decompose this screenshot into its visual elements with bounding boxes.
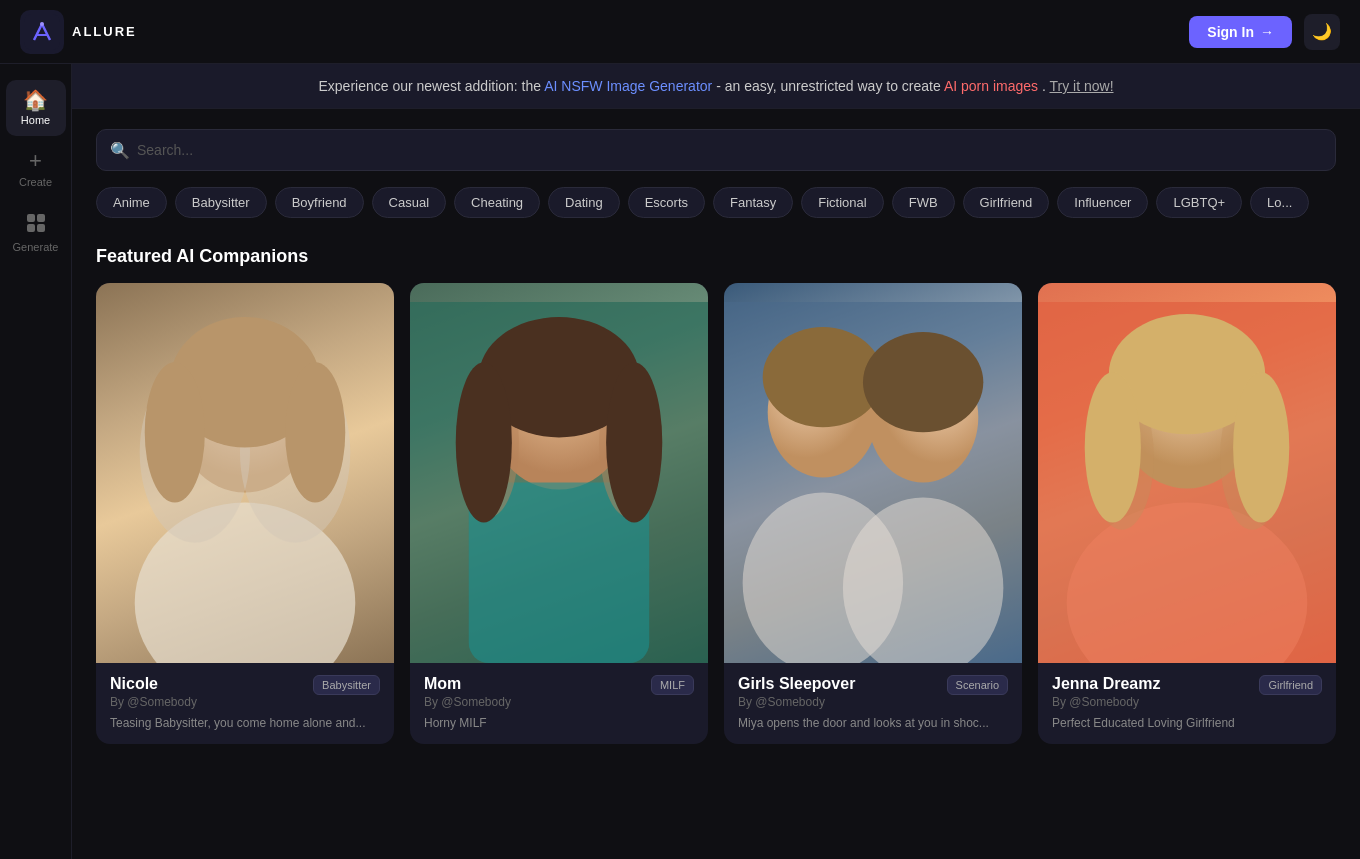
banner-prefix: Experience our newest addition: the <box>318 78 544 94</box>
section-title: Featured AI Companions <box>96 246 1336 267</box>
banner-try-now-link[interactable]: Try it now! <box>1049 78 1113 94</box>
header: ALLURE Sign In → 🌙 <box>0 0 1360 64</box>
sign-in-arrow-icon: → <box>1260 24 1274 40</box>
svg-point-35 <box>1233 372 1289 522</box>
card-info-jenna: Jenna Dreamz By @Somebody Girlfriend Per… <box>1038 663 1336 744</box>
banner-suffix: . <box>1042 78 1046 94</box>
tag-casual[interactable]: Casual <box>372 187 446 218</box>
svg-point-34 <box>1085 372 1141 522</box>
card-image-jenna <box>1038 283 1336 663</box>
companion-card-girls-sleepover[interactable]: Girls Sleepover By @Somebody Scenario Mi… <box>724 283 1022 744</box>
sidebar: 🏠 Home + Create Generate <box>0 64 72 859</box>
card-image-girls-sleepover <box>724 283 1022 663</box>
card-desc-jenna: Perfect Educated Loving Girlfriend <box>1052 715 1322 732</box>
svg-rect-5 <box>37 224 45 232</box>
card-info-girls-sleepover: Girls Sleepover By @Somebody Scenario Mi… <box>724 663 1022 744</box>
generate-icon <box>25 212 47 237</box>
tag-boyfriend[interactable]: Boyfriend <box>275 187 364 218</box>
brand-name: ALLURE <box>72 24 137 39</box>
card-figure-girls-sleepover <box>724 283 1022 663</box>
card-name-girls-sleepover: Girls Sleepover By @Somebody <box>738 675 855 709</box>
sidebar-item-create[interactable]: + Create <box>6 140 66 198</box>
tags-row: Anime Babysitter Boyfriend Casual Cheati… <box>96 187 1336 222</box>
svg-rect-2 <box>27 214 35 222</box>
search-input[interactable] <box>96 129 1336 171</box>
card-top-row-nicole: Nicole By @Somebody Babysitter <box>110 675 380 709</box>
card-name-jenna: Jenna Dreamz By @Somebody <box>1052 675 1161 709</box>
companion-card-jenna[interactable]: Jenna Dreamz By @Somebody Girlfriend Per… <box>1038 283 1336 744</box>
svg-point-19 <box>456 362 512 522</box>
tag-fwb[interactable]: FWB <box>892 187 955 218</box>
card-figure-nicole <box>96 283 394 663</box>
sidebar-item-home-label: Home <box>21 114 50 126</box>
page-content: 🔍 Anime Babysitter Boyfriend Casual Chea… <box>72 109 1360 764</box>
card-author-girls-sleepover: @Somebody <box>755 695 825 709</box>
svg-point-12 <box>285 362 345 502</box>
card-desc-girls-sleepover: Miya opens the door and looks at you in … <box>738 715 1008 732</box>
main-content: Experience our newest addition: the AI N… <box>72 64 1360 764</box>
card-name-nicole: Nicole By @Somebody <box>110 675 197 709</box>
svg-point-27 <box>863 332 983 432</box>
tag-fantasy[interactable]: Fantasy <box>713 187 793 218</box>
card-top-row-mom: Mom By @Somebody MILF <box>424 675 694 709</box>
tag-lo[interactable]: Lo... <box>1250 187 1309 218</box>
card-info-nicole: Nicole By @Somebody Babysitter Teasing B… <box>96 663 394 744</box>
svg-rect-3 <box>37 214 45 222</box>
card-author-mom: @Somebody <box>441 695 511 709</box>
sidebar-item-generate-label: Generate <box>13 241 59 253</box>
card-badge-nicole: Babysitter <box>313 675 380 695</box>
tag-girlfriend[interactable]: Girlfriend <box>963 187 1050 218</box>
card-author-nicole: @Somebody <box>127 695 197 709</box>
svg-rect-4 <box>27 224 35 232</box>
moon-icon: 🌙 <box>1312 22 1332 41</box>
svg-rect-0 <box>24 14 60 50</box>
svg-point-20 <box>606 362 662 522</box>
sidebar-item-generate[interactable]: Generate <box>6 202 66 263</box>
card-badge-girls-sleepover: Scenario <box>947 675 1008 695</box>
card-image-mom <box>410 283 708 663</box>
logo-wrapper: ALLURE <box>20 10 137 54</box>
card-top-row-girls-sleepover: Girls Sleepover By @Somebody Scenario <box>738 675 1008 709</box>
card-info-mom: Mom By @Somebody MILF Horny MILF <box>410 663 708 744</box>
tag-fictional[interactable]: Fictional <box>801 187 883 218</box>
card-desc-mom: Horny MILF <box>424 715 694 732</box>
brand-logo <box>20 10 64 54</box>
tag-influencer[interactable]: Influencer <box>1057 187 1148 218</box>
tag-lgbtq[interactable]: LGBTQ+ <box>1156 187 1242 218</box>
tag-anime[interactable]: Anime <box>96 187 167 218</box>
plus-icon: + <box>29 150 42 172</box>
header-actions: Sign In → 🌙 <box>1189 14 1340 50</box>
tag-babysitter[interactable]: Babysitter <box>175 187 267 218</box>
home-icon: 🏠 <box>23 90 48 110</box>
companion-card-mom[interactable]: Mom By @Somebody MILF Horny MILF <box>410 283 708 744</box>
sidebar-item-create-label: Create <box>19 176 52 188</box>
card-badge-jenna: Girlfriend <box>1259 675 1322 695</box>
card-desc-nicole: Teasing Babysitter, you come home alone … <box>110 715 380 732</box>
sign-in-button[interactable]: Sign In → <box>1189 16 1292 48</box>
banner-link-generator[interactable]: AI NSFW Image Generator <box>544 78 712 94</box>
tag-cheating[interactable]: Cheating <box>454 187 540 218</box>
search-wrapper: 🔍 <box>96 129 1336 171</box>
card-figure-jenna <box>1038 283 1336 663</box>
card-name-mom: Mom By @Somebody <box>424 675 511 709</box>
sign-in-label: Sign In <box>1207 24 1254 40</box>
promo-banner: Experience our newest addition: the AI N… <box>72 64 1360 109</box>
svg-point-11 <box>145 362 205 502</box>
sidebar-item-home[interactable]: 🏠 Home <box>6 80 66 136</box>
card-badge-mom: MILF <box>651 675 694 695</box>
companion-card-nicole[interactable]: Nicole By @Somebody Babysitter Teasing B… <box>96 283 394 744</box>
banner-middle: - an easy, unrestricted way to create <box>716 78 944 94</box>
card-author-jenna: @Somebody <box>1069 695 1139 709</box>
theme-toggle-button[interactable]: 🌙 <box>1304 14 1340 50</box>
svg-point-1 <box>40 22 44 26</box>
card-image-nicole <box>96 283 394 663</box>
tag-dating[interactable]: Dating <box>548 187 620 218</box>
search-icon: 🔍 <box>110 141 130 160</box>
tag-escorts[interactable]: Escorts <box>628 187 705 218</box>
card-figure-mom <box>410 283 708 663</box>
card-top-row-jenna: Jenna Dreamz By @Somebody Girlfriend <box>1052 675 1322 709</box>
cards-grid: Nicole By @Somebody Babysitter Teasing B… <box>96 283 1336 744</box>
banner-link-images[interactable]: AI porn images <box>944 78 1038 94</box>
